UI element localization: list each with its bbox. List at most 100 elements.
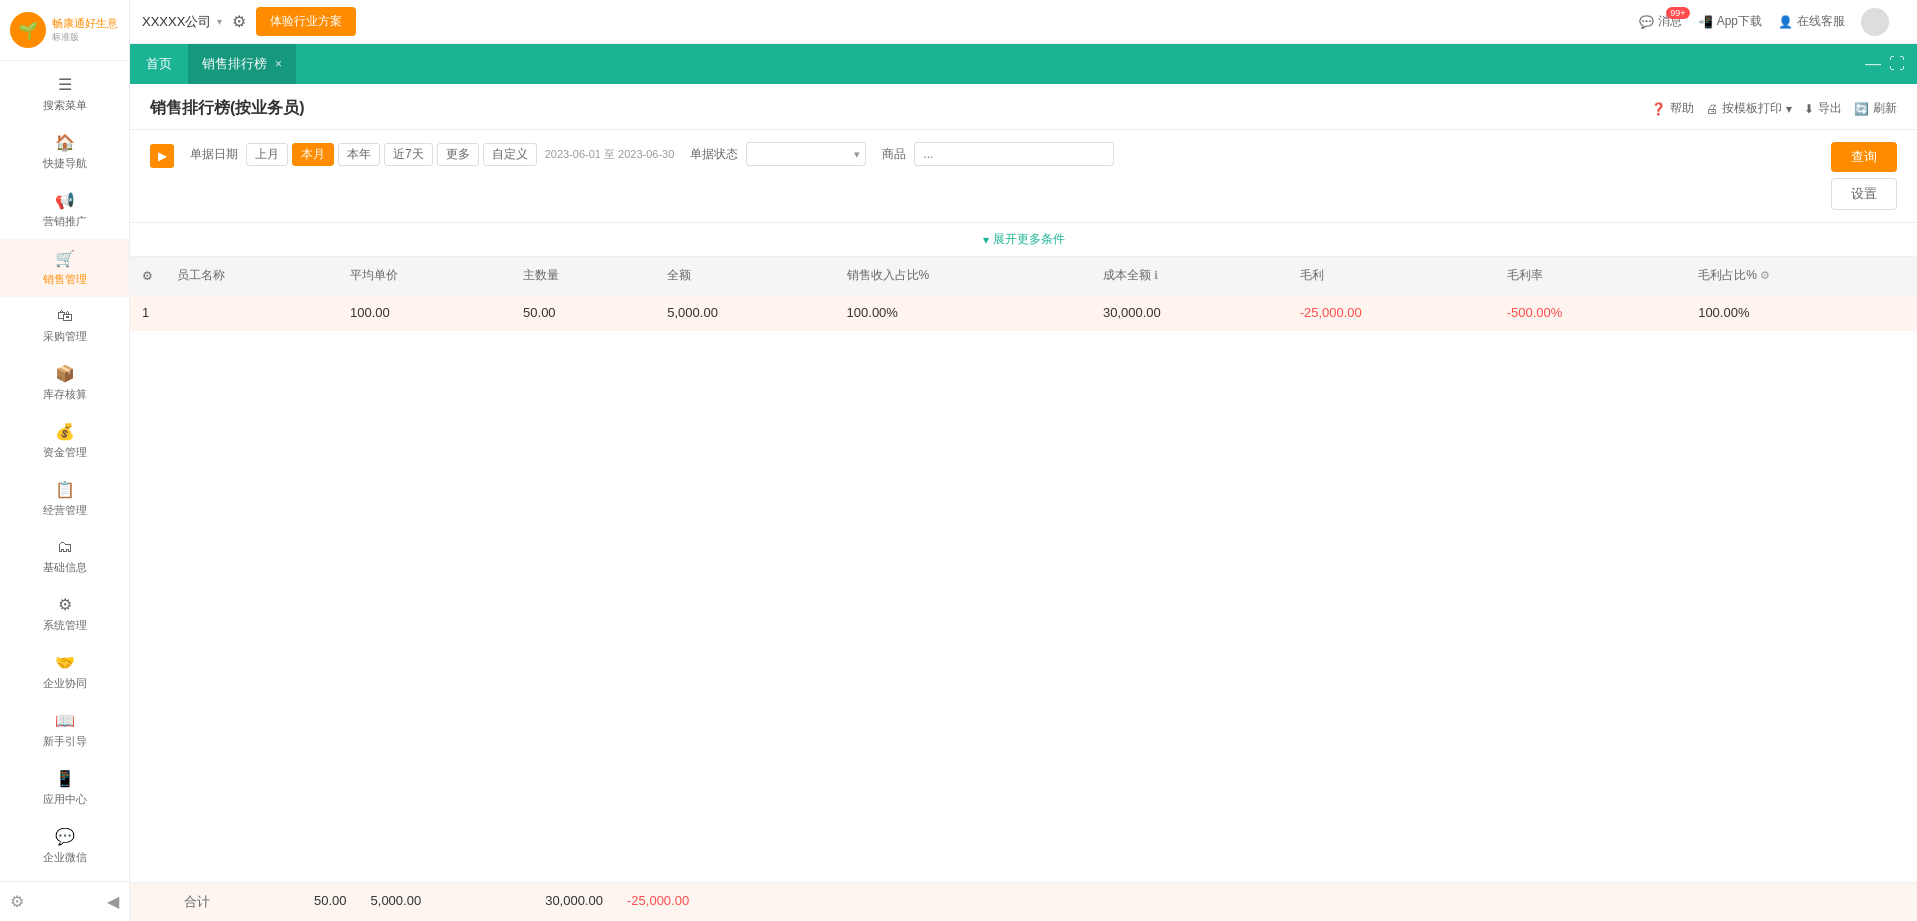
th-amount: 全额 [655, 257, 834, 295]
query-button[interactable]: 查询 [1831, 142, 1897, 172]
footer-cost: 30,000.00 [533, 893, 615, 911]
tab-close-icon[interactable]: × [275, 57, 282, 71]
sidebar-item-enterprise[interactable]: 🤝 企业协同 [0, 643, 129, 701]
sidebar-item-finance[interactable]: 💰 资金管理 [0, 412, 129, 470]
filter-bar: ▶ 单据日期 上月 本月 本年 近7天 更多 自定义 [130, 130, 1917, 223]
status-filter: 单据状态 [690, 142, 866, 166]
cost-info-icon[interactable]: ℹ [1154, 269, 1158, 281]
cell-name [165, 295, 338, 331]
main-content: XXXXX公司 ▾ ⚙ 体验行业方案 💬 消息 99+ 📲 App下载 👤 在线… [130, 0, 1917, 921]
sidebar-item-inventory[interactable]: 📦 库存核算 [0, 354, 129, 412]
status-select-wrapper [746, 142, 866, 166]
sidebar-item-label: 系统管理 [43, 618, 87, 633]
sidebar-item-basicinfo[interactable]: 🗂 基础信息 [0, 528, 129, 585]
sidebar-item-label: 企业微信 [43, 850, 87, 865]
sales-icon: 🛒 [55, 249, 75, 268]
topbar-gear-icon[interactable]: ⚙ [232, 12, 246, 31]
footer-qty: 50.00 [302, 893, 359, 911]
sidebar-item-marketing[interactable]: 📢 营销推广 [0, 181, 129, 239]
online-service-button[interactable]: 👤 在线客服 [1778, 13, 1845, 30]
print-button[interactable]: 🖨 按模板打印 ▾ [1706, 100, 1792, 117]
content-area: 销售排行榜(按业务员) ❓ 帮助 🖨 按模板打印 ▾ ⬇ 导出 🔄 刷新 [130, 84, 1917, 921]
footer-amount: 5,000.00 [359, 893, 434, 911]
inventory-icon: 📦 [55, 364, 75, 383]
app-badge: 标准版 [52, 31, 118, 44]
export-label: 导出 [1818, 100, 1842, 117]
filter-collapse-btn[interactable]: ▶ [150, 144, 174, 168]
sidebar-item-label: 采购管理 [43, 329, 87, 344]
sidebar-item-label: 快捷导航 [43, 156, 87, 171]
tab-sales-ranking-label: 销售排行榜 [202, 55, 267, 73]
help-button[interactable]: ❓ 帮助 [1651, 100, 1694, 117]
appcenter-icon: 📱 [55, 769, 75, 788]
goods-filter-label: 商品 [882, 146, 906, 163]
sidebar-item-quicknav[interactable]: 🏠 快捷导航 [0, 123, 129, 181]
sidebar-nav: ☰ 搜索菜单 🏠 快捷导航 📢 营销推广 🛒 销售管理 🛍 采购管理 📦 库存核… [0, 61, 129, 881]
sidebar: 🌱 畅康通好生意 标准版 ☰ 搜索菜单 🏠 快捷导航 📢 营销推广 🛒 销售管理… [0, 0, 130, 921]
th-qty: 主数量 [511, 257, 655, 295]
print-dropdown-icon: ▾ [1786, 102, 1792, 116]
company-selector[interactable]: XXXXX公司 ▾ [142, 13, 222, 31]
cell-gross: -25,000.00 [1288, 295, 1495, 331]
sidebar-bottom: ⚙ ◀ [0, 881, 129, 921]
message-button[interactable]: 💬 消息 99+ [1639, 13, 1682, 30]
expand-conditions-label: 展开更多条件 [993, 231, 1065, 248]
date-btn-last-month[interactable]: 上月 [246, 143, 288, 166]
refresh-icon: 🔄 [1854, 102, 1869, 116]
date-btn-more[interactable]: 更多 [437, 143, 479, 166]
refresh-button[interactable]: 🔄 刷新 [1854, 100, 1897, 117]
sidebar-item-wechat[interactable]: 💬 企业微信 [0, 817, 129, 875]
date-btn-this-year[interactable]: 本年 [338, 143, 380, 166]
date-buttons: 上月 本月 本年 近7天 更多 自定义 2023-06-01 至 2023-06… [246, 143, 674, 166]
table-footer: 合计 50.00 5,000.00 30,000.00 -25,000.00 [130, 882, 1917, 921]
refresh-label: 刷新 [1873, 100, 1897, 117]
export-button[interactable]: ⬇ 导出 [1804, 100, 1842, 117]
tab-minimize-icon[interactable]: — [1865, 55, 1881, 73]
basicinfo-icon: 🗂 [57, 538, 73, 556]
tab-expand-icon[interactable]: ⛶ [1889, 55, 1905, 73]
page-actions: ❓ 帮助 🖨 按模板打印 ▾ ⬇ 导出 🔄 刷新 [1651, 100, 1897, 117]
user-avatar[interactable] [1861, 8, 1889, 36]
trial-button[interactable]: 体验行业方案 [256, 7, 356, 36]
footer-total-label: 合计 [172, 893, 222, 911]
filter-row-1: 单据日期 上月 本月 本年 近7天 更多 自定义 2023-06-01 至 20… [190, 142, 1815, 166]
settings-icon[interactable]: ⚙ [10, 892, 24, 911]
service-icon: 👤 [1778, 15, 1793, 29]
date-btn-7days[interactable]: 近7天 [384, 143, 433, 166]
sidebar-item-search[interactable]: ☰ 搜索菜单 [0, 65, 129, 123]
expand-conditions-button[interactable]: ▾ 展开更多条件 [983, 231, 1065, 248]
cell-sales-pct: 100.00% [835, 295, 1091, 331]
sidebar-item-appcenter[interactable]: 📱 应用中心 [0, 759, 129, 817]
help-icon: ❓ [1651, 102, 1666, 116]
sidebar-item-guide[interactable]: 📖 新手引导 [0, 701, 129, 759]
collapse-icon[interactable]: ◀ [107, 892, 119, 911]
expand-bar: ▾ 展开更多条件 [130, 223, 1917, 257]
message-badge: 99+ [1666, 7, 1689, 19]
marketing-icon: 📢 [55, 191, 75, 210]
home-icon: 🏠 [55, 133, 75, 152]
operations-icon: 📋 [55, 480, 75, 499]
sidebar-item-sales[interactable]: 🛒 销售管理 [0, 239, 129, 297]
cell-gross-pct: 100.00% [1686, 295, 1917, 331]
company-name: XXXXX公司 [142, 13, 211, 31]
tab-sales-ranking[interactable]: 销售排行榜 × [188, 44, 296, 84]
guide-icon: 📖 [55, 711, 75, 730]
settings-button[interactable]: 设置 [1831, 178, 1897, 210]
app-logo-icon: 🌱 [10, 12, 46, 48]
help-label: 帮助 [1670, 100, 1694, 117]
app-download-button[interactable]: 📲 App下载 [1698, 13, 1762, 30]
gross-pct-icon[interactable]: ⚙ [1760, 269, 1770, 281]
tab-controls: — ⛶ [1865, 55, 1917, 73]
status-select[interactable] [746, 142, 866, 166]
date-btn-custom[interactable]: 自定义 [483, 143, 537, 166]
app-download-icon: 📲 [1698, 15, 1713, 29]
sidebar-item-operations[interactable]: 📋 经营管理 [0, 470, 129, 528]
company-dropdown-arrow: ▾ [217, 16, 222, 27]
table-gear-icon: ⚙ [142, 269, 153, 283]
goods-input[interactable] [914, 142, 1114, 166]
sidebar-item-system[interactable]: ⚙ 系统管理 [0, 585, 129, 643]
date-btn-this-month[interactable]: 本月 [292, 143, 334, 166]
th-settings[interactable]: ⚙ [130, 257, 165, 295]
sidebar-item-purchase[interactable]: 🛍 采购管理 [0, 297, 129, 354]
tab-home[interactable]: 首页 [130, 44, 188, 84]
